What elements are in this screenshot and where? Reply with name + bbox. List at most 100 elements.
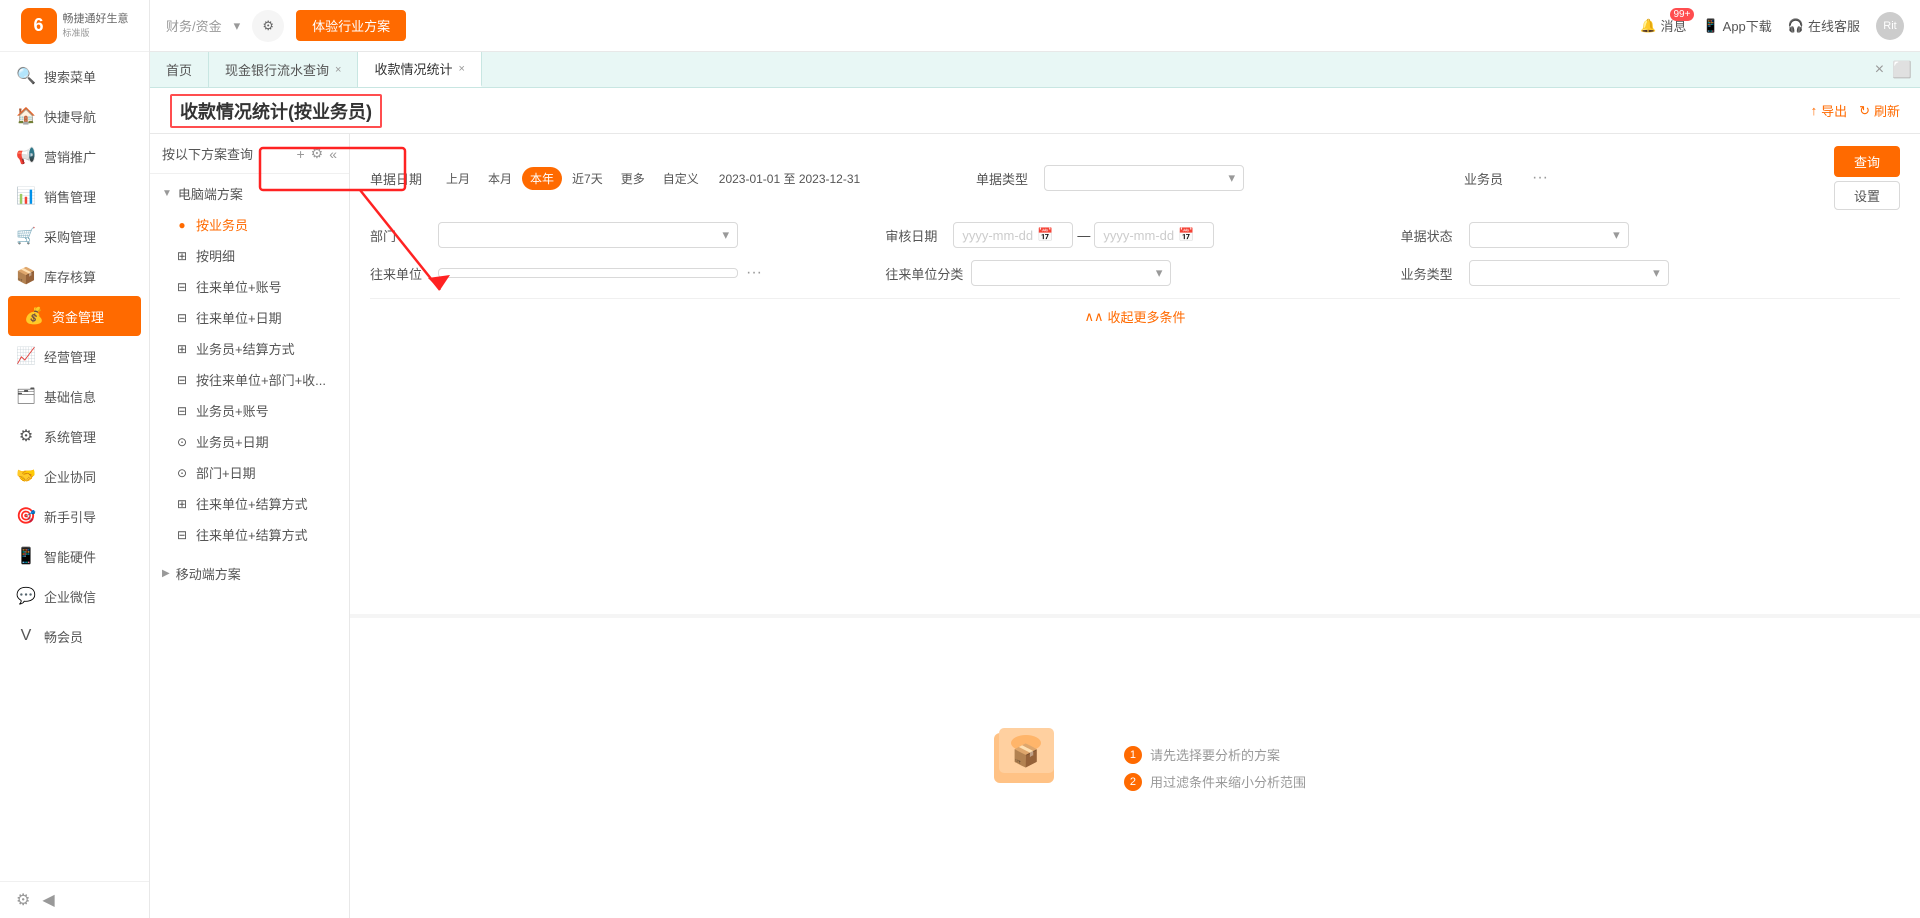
partner-category-select[interactable]: ▾ — [971, 260, 1171, 286]
dept-select[interactable]: ▾ — [438, 222, 738, 248]
scheme-item-partner-dept-label: 按往来单位+部门+收... — [196, 370, 326, 389]
service-label: 在线客服 — [1808, 16, 1860, 35]
date-tab-this-month[interactable]: 本月 — [480, 167, 520, 190]
audit-date-from-input[interactable]: yyyy-mm-dd 📅 — [953, 222, 1073, 248]
sidebar-item-member[interactable]: V 畅会员 — [0, 616, 149, 656]
date-tab-last-7[interactable]: 近7天 — [564, 167, 611, 190]
query-button[interactable]: 查询 — [1834, 146, 1900, 177]
scheme-item-salesperson[interactable]: ● 按业务员 — [150, 209, 349, 240]
sidebar-label-quick-nav: 快捷导航 — [44, 107, 96, 126]
date-tab-last-month[interactable]: 上月 — [438, 167, 478, 190]
scheme-item-salesperson-account-label: 业务员+账号 — [196, 401, 269, 420]
salesperson-filter-label: 业务员 — [1464, 169, 1524, 188]
scheme-item-partner-settlement1[interactable]: ⊞ 往来单位+结算方式 — [150, 488, 349, 519]
scheme-group-desktop: ▼ 电脑端方案 ● 按业务员 ⊞ 按明细 ⊟ 往来单位+账号 ⊟ 往来单位+ — [150, 174, 349, 554]
maximize-icon[interactable]: ⬜ — [1892, 60, 1912, 80]
partner-more-btn[interactable]: ··· — [746, 264, 762, 282]
sidebar-item-quick-nav[interactable]: 🏠 快捷导航 — [0, 96, 149, 136]
filter-group-business-type: 业务类型 ▾ — [1401, 260, 1900, 286]
scheme-header-title: 按以下方案查询 — [162, 144, 253, 163]
date-tab-more[interactable]: 更多 — [613, 167, 653, 190]
trial-button[interactable]: 体验行业方案 — [296, 10, 406, 41]
scheme-collapse-btn[interactable]: « — [329, 146, 337, 162]
refresh-btn[interactable]: ↻ 刷新 — [1859, 101, 1900, 120]
sidebar-item-sales[interactable]: 📊 销售管理 — [0, 176, 149, 216]
filter-group-audit-date: 审核日期 yyyy-mm-dd 📅 — yyyy-mm-dd 📅 — [885, 222, 1384, 248]
message-btn[interactable]: 🔔 消息 99+ — [1640, 16, 1686, 35]
salesperson-more-btn[interactable]: ··· — [1532, 169, 1548, 187]
tab-receipt[interactable]: 收款情况统计 × — [358, 52, 481, 87]
sidebar-item-finance[interactable]: 💰 资金管理 — [8, 296, 141, 336]
sidebar-item-search[interactable]: 🔍 搜索菜单 — [0, 56, 149, 96]
filter-row-3: 往来单位 ··· 往来单位分类 ▾ 业务类型 — [370, 260, 1900, 286]
filter-row-2: 部门 ▾ 审核日期 yyyy-mm-dd 📅 — [370, 222, 1900, 248]
settings-icon[interactable]: ⚙ — [16, 890, 30, 910]
scheme-add-btn[interactable]: + — [296, 146, 304, 162]
audit-date-filter-label: 审核日期 — [885, 226, 945, 245]
filter-group-partner-category: 往来单位分类 ▾ — [885, 260, 1384, 286]
system-icon: ⚙ — [16, 426, 36, 446]
date-filter-label: 单据日期 — [370, 169, 430, 188]
scheme-group-mobile-title[interactable]: ▶ 移动端方案 — [150, 558, 349, 589]
sidebar-item-basic[interactable]: 🗂 基础信息 — [0, 376, 149, 416]
audit-date-to-input[interactable]: yyyy-mm-dd 📅 — [1094, 222, 1214, 248]
breadcrumb: 财务/资金 — [166, 16, 222, 35]
tab-receipt-close-icon[interactable]: × — [458, 63, 464, 75]
sidebar-item-hardware[interactable]: 📱 智能硬件 — [0, 536, 149, 576]
online-service-btn[interactable]: 🎧 在线客服 — [1788, 16, 1860, 35]
dept-arrow-icon: ▾ — [722, 227, 729, 243]
sidebar-item-purchase[interactable]: 🛒 采购管理 — [0, 216, 149, 256]
sidebar-item-system[interactable]: ⚙ 系统管理 — [0, 416, 149, 456]
scheme-item-salesperson-account[interactable]: ⊟ 业务员+账号 — [150, 395, 349, 426]
wechat-icon: 💬 — [16, 586, 36, 606]
sidebar-item-inventory[interactable]: 📦 库存核算 — [0, 256, 149, 296]
filter-group-doc-type: 单据类型 ▾ — [976, 165, 1448, 191]
doc-status-select[interactable]: ▾ — [1469, 222, 1629, 248]
filter-group-date: 单据日期 上月 本月 本年 近7天 更多 自定义 2023-01-01 至 20… — [370, 167, 960, 190]
partner-select[interactable] — [438, 268, 738, 278]
collapse-icon[interactable]: ◀ — [42, 890, 54, 910]
sidebar-item-operation[interactable]: 📈 经营管理 — [0, 336, 149, 376]
sidebar-item-enterprise[interactable]: 🤝 企业协同 — [0, 456, 149, 496]
business-type-select[interactable]: ▾ — [1469, 260, 1669, 286]
scheme-group-mobile: ▶ 移动端方案 — [150, 554, 349, 593]
dropdown-arrow-icon[interactable]: ▾ — [234, 18, 241, 34]
date-tab-this-year[interactable]: 本年 — [522, 167, 562, 190]
header-settings-btn[interactable]: ⚙ — [252, 10, 284, 42]
app-icon: 📱 — [1702, 18, 1718, 34]
export-btn[interactable]: ↑ 导出 — [1811, 101, 1848, 120]
date-range-display: 2023-01-01 至 2023-12-31 — [719, 170, 860, 187]
scheme-group-desktop-title[interactable]: ▼ 电脑端方案 — [150, 178, 349, 209]
collapse-more-conditions-btn[interactable]: ∧∧ 收起更多条件 — [370, 298, 1900, 334]
tab-bar-right: × ⬜ — [1867, 52, 1920, 87]
tab-bank-close-icon[interactable]: × — [335, 64, 341, 76]
sidebar-item-marketing[interactable]: 📢 营销推广 — [0, 136, 149, 176]
scheme-item-partner-dept[interactable]: ⊟ 按往来单位+部门+收... — [150, 364, 349, 395]
scheme-item-detail[interactable]: ⊞ 按明细 — [150, 240, 349, 271]
avatar[interactable]: Rit — [1876, 12, 1904, 40]
scheme-item-salesperson-date[interactable]: ⊙ 业务员+日期 — [150, 426, 349, 457]
empty-illustration: 📦 — [964, 708, 1084, 828]
sidebar-label-marketing: 营销推广 — [44, 147, 96, 166]
filter-group-partner: 往来单位 ··· — [370, 264, 869, 283]
sidebar-bottom: ⚙ ◀ — [0, 881, 149, 918]
scheme-item-partner-settlement2[interactable]: ⊟ 往来单位+结算方式 — [150, 519, 349, 550]
scheme-item-partner-account[interactable]: ⊟ 往来单位+账号 — [150, 271, 349, 302]
doc-type-select[interactable]: ▾ — [1044, 165, 1244, 191]
close-all-tabs-icon[interactable]: × — [1875, 61, 1884, 79]
marketing-icon: 📢 — [16, 146, 36, 166]
tab-bank[interactable]: 现金银行流水查询 × — [209, 52, 358, 87]
sidebar: 6 畅捷通好生意 标准版 🔍 搜索菜单 🏠 快捷导航 📢 营销推广 📊 销售管理… — [0, 0, 150, 918]
sidebar-item-wechat[interactable]: 💬 企业微信 — [0, 576, 149, 616]
app-download-btn[interactable]: 📱 App下载 — [1702, 16, 1771, 35]
scheme-item-salesperson-settlement[interactable]: ⊞ 业务员+结算方式 — [150, 333, 349, 364]
tab-home[interactable]: 首页 — [150, 52, 209, 87]
filter-settings-button[interactable]: 设置 — [1834, 181, 1900, 210]
finance-icon: 💰 — [24, 306, 44, 326]
scheme-item-partner-date[interactable]: ⊟ 往来单位+日期 — [150, 302, 349, 333]
sidebar-item-guide[interactable]: 🎯 新手引导 — [0, 496, 149, 536]
scheme-settings-btn[interactable]: ⚙ — [311, 145, 324, 162]
scheme-item-dept-date[interactable]: ⊙ 部门+日期 — [150, 457, 349, 488]
date-tab-custom[interactable]: 自定义 — [655, 167, 707, 190]
partner-filter-label: 往来单位 — [370, 264, 430, 283]
